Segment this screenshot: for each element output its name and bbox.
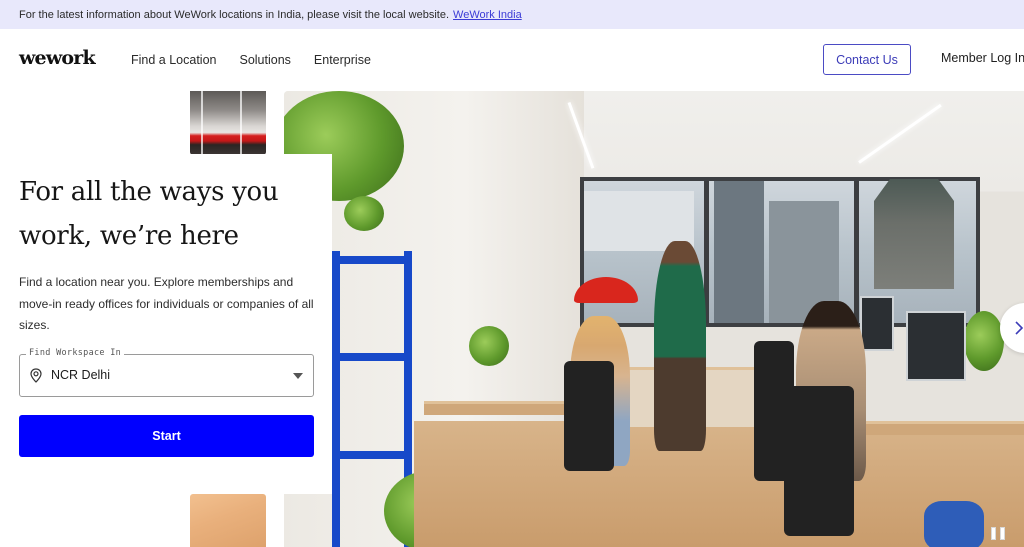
hero-office-photo: [284, 91, 1024, 547]
banner-text: For the latest information about WeWork …: [19, 8, 450, 21]
contact-us-button[interactable]: Contact Us: [823, 44, 911, 75]
workspace-location-select[interactable]: Find Workspace In NCR Delhi: [19, 348, 314, 397]
photo-window-mullion: [854, 181, 859, 323]
carousel-pause-button[interactable]: [988, 524, 1008, 542]
nav-solutions[interactable]: Solutions: [239, 53, 290, 67]
workspace-field-label: Find Workspace In: [26, 348, 125, 358]
hero-section: For all the ways you work, we’re here Fi…: [0, 91, 1024, 547]
hero-card: For all the ways you work, we’re here Fi…: [0, 154, 332, 494]
caret-down-icon: [293, 373, 303, 379]
workspace-field-value: NCR Delhi: [51, 368, 111, 382]
main-nav: Find a Location Solutions Enterprise: [131, 53, 371, 67]
photo-shelf: [332, 451, 412, 459]
photo-chair: [784, 386, 854, 536]
photo-desk: [844, 421, 1024, 435]
photo-desk: [424, 401, 574, 415]
start-button[interactable]: Start: [19, 415, 314, 457]
site-header: wework Find a Location Solutions Enterpr…: [0, 29, 1024, 91]
top-info-banner: For the latest information about WeWork …: [0, 0, 1024, 29]
wework-india-link[interactable]: WeWork India: [453, 9, 522, 21]
nav-enterprise[interactable]: Enterprise: [314, 53, 371, 67]
photo-shelf: [332, 256, 412, 264]
photo-building: [714, 181, 764, 323]
photo-plant: [469, 326, 509, 366]
photo-plant: [344, 196, 384, 231]
photo-shelf: [332, 251, 340, 547]
chevron-right-icon: [1015, 321, 1024, 335]
hero-image-tile-wood: [190, 494, 266, 547]
photo-water-tower: [874, 179, 954, 289]
photo-chair: [564, 361, 614, 471]
hero-title: For all the ways you work, we’re here: [19, 177, 279, 251]
location-pin-icon: [30, 368, 42, 383]
photo-backpack: [924, 501, 984, 547]
photo-monitor: [860, 296, 894, 351]
photo-ceiling-light: [858, 103, 942, 164]
nav-find-a-location[interactable]: Find a Location: [131, 53, 216, 67]
wework-logo[interactable]: wework: [19, 47, 96, 69]
photo-plant: [964, 311, 1004, 371]
pause-icon-bar: [1000, 527, 1005, 540]
photo-monitor: [906, 311, 966, 381]
hero-image-tile-ceiling: [190, 91, 266, 155]
member-login-link[interactable]: Member Log In: [941, 51, 1024, 65]
pause-icon-bar: [991, 527, 996, 540]
photo-shelf: [332, 353, 412, 361]
hero-description: Find a location near you. Explore member…: [19, 275, 314, 332]
photo-person-standing: [654, 241, 706, 451]
